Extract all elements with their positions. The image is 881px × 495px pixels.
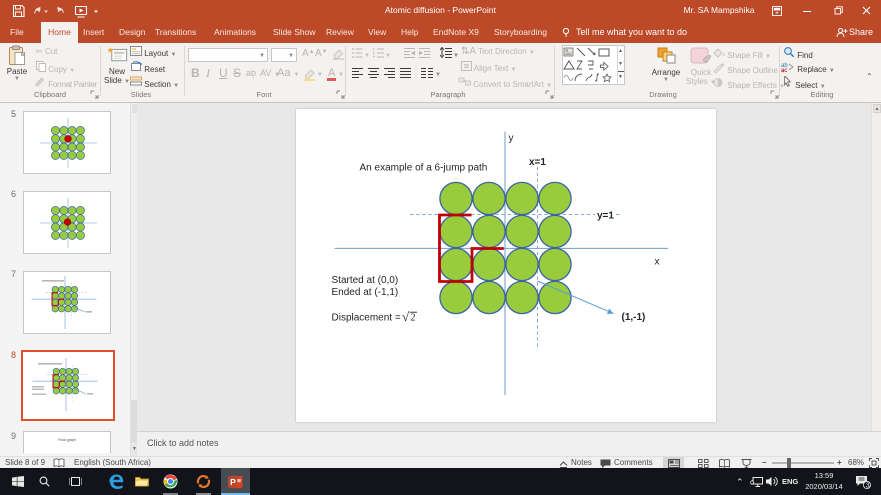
svg-text:√: √	[402, 309, 410, 324]
svg-text:x: x	[655, 257, 660, 268]
svg-text:Started at (0,0): Started at (0,0)	[332, 275, 399, 286]
svg-text:P: P	[230, 477, 236, 487]
svg-text:ac: ac	[781, 68, 787, 72]
svg-text:An example of a 6-jump path: An example of a 6-jump path	[360, 163, 488, 174]
svg-text:x=1: x=1	[529, 157, 546, 168]
svg-text:(1,-1): (1,-1)	[622, 312, 646, 323]
svg-text:3: 3	[866, 483, 870, 489]
svg-text:y: y	[509, 133, 514, 144]
svg-text:Displacement =: Displacement =	[332, 313, 401, 324]
svg-text:2: 2	[411, 313, 416, 324]
svg-text:y=1: y=1	[597, 211, 614, 222]
svg-text:Ended at (-1,1): Ended at (-1,1)	[332, 287, 399, 298]
